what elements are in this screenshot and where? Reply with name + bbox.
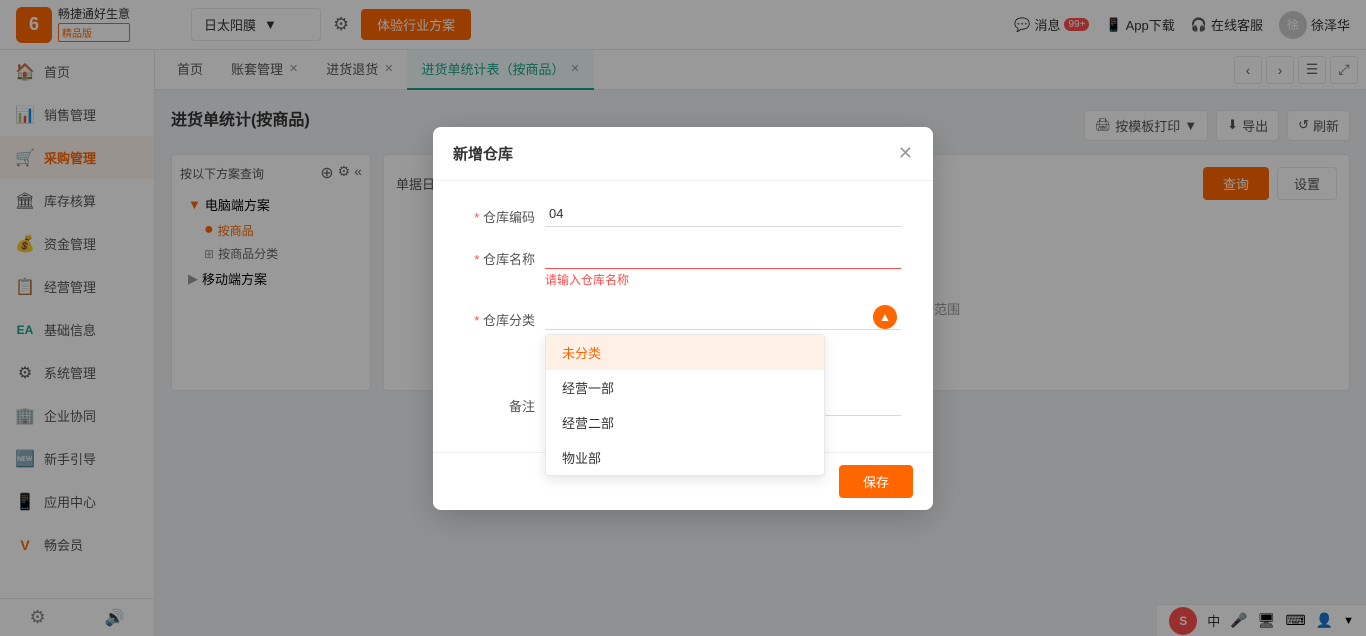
name-error-msg: 请输入仓库名称	[545, 271, 901, 288]
notes-label: 备注	[465, 390, 545, 415]
dropdown-item-1[interactable]: 经营一部	[546, 370, 824, 405]
new-warehouse-modal: 新增仓库 ✕ * 仓库编码 * 仓库名称	[433, 127, 933, 510]
dropdown-item-2[interactable]: 经营二部	[546, 405, 824, 440]
code-label: * 仓库编码	[465, 201, 545, 226]
name-label: * 仓库名称	[465, 243, 545, 268]
save-button[interactable]: 保存	[839, 465, 913, 498]
category-dropdown: 未分类 经营一部 经营二部 物业部	[545, 334, 825, 476]
modal-header: 新增仓库 ✕	[433, 127, 933, 181]
modal-overlay: 新增仓库 ✕ * 仓库编码 * 仓库名称	[0, 0, 1366, 636]
warehouse-name-input[interactable]	[545, 243, 901, 269]
modal-body: * 仓库编码 * 仓库名称 请输入仓库名称	[433, 181, 933, 452]
form-row-code: * 仓库编码	[465, 201, 901, 227]
warehouse-category-input[interactable]	[545, 304, 901, 330]
dropdown-item-0[interactable]: 未分类	[546, 335, 824, 370]
modal-close-btn[interactable]: ✕	[898, 143, 913, 164]
form-row-category: * 仓库分类 ▲ 未分类 经营一部 经营二部 物业部	[465, 304, 901, 330]
category-label: * 仓库分类	[465, 304, 545, 329]
dropdown-item-3[interactable]: 物业部	[546, 440, 824, 475]
modal-title: 新增仓库	[453, 143, 513, 164]
name-required-star: *	[474, 252, 479, 267]
code-required-star: *	[474, 210, 479, 225]
category-required-star: *	[474, 313, 479, 328]
chevron-up-btn[interactable]: ▲	[873, 305, 897, 329]
warehouse-code-input[interactable]	[545, 201, 901, 227]
form-row-name: * 仓库名称 请输入仓库名称	[465, 243, 901, 288]
